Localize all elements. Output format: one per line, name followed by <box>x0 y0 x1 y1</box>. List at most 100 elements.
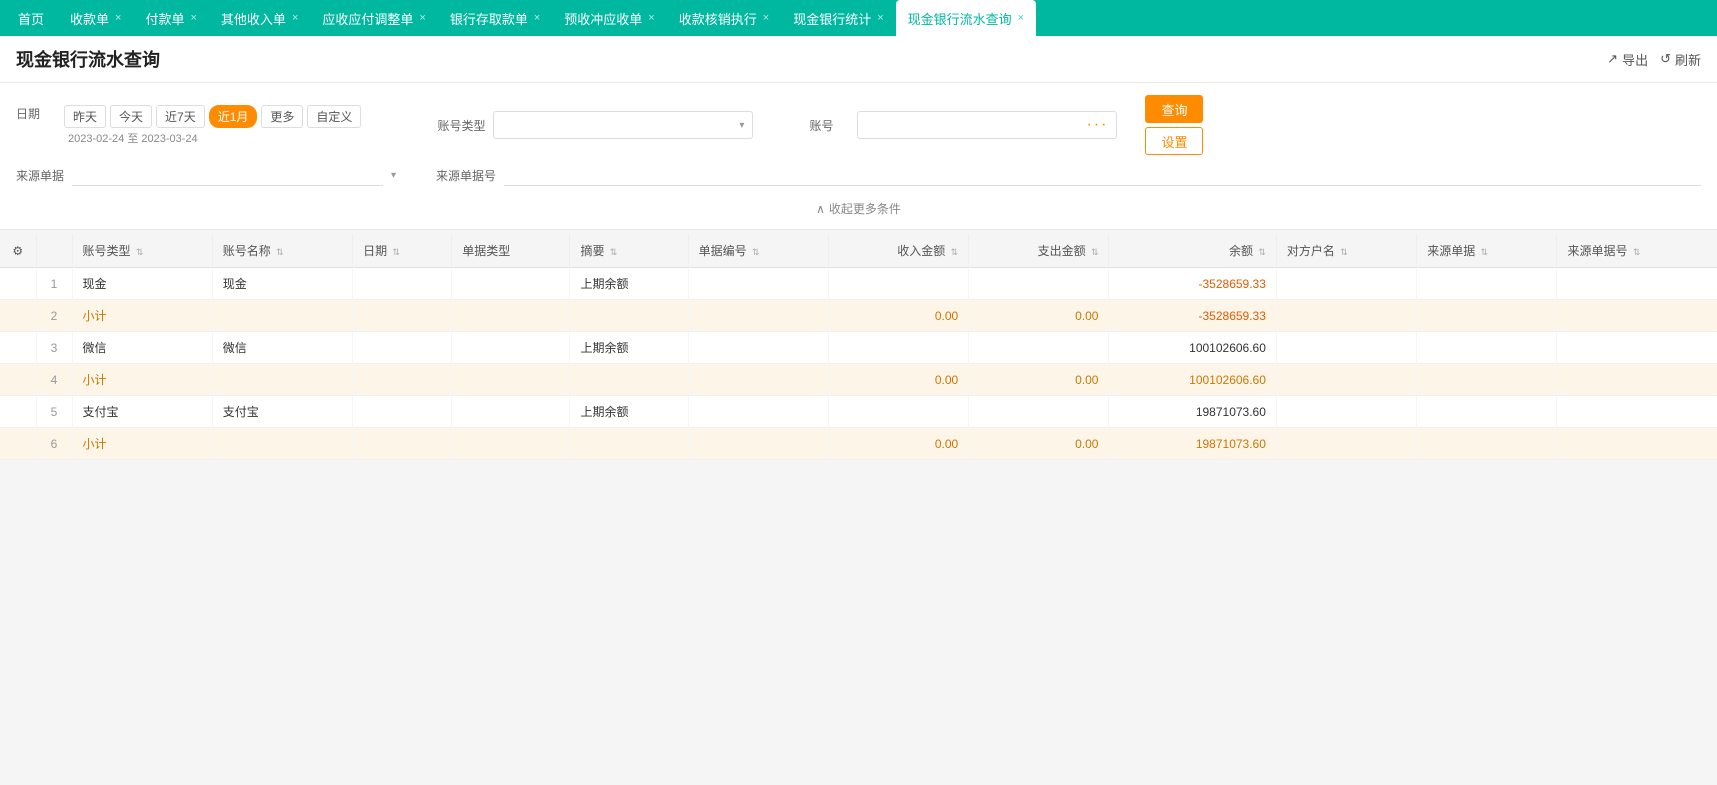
row-date <box>353 332 452 364</box>
row-account-name <box>212 428 352 460</box>
row-account-name <box>212 364 352 396</box>
row-expense <box>969 396 1109 428</box>
close-adjustment-icon[interactable]: × <box>419 12 425 24</box>
col-source-doc[interactable]: 来源单据 ⇅ <box>1417 234 1557 268</box>
row-counterpart <box>1276 332 1416 364</box>
row-date <box>353 428 452 460</box>
col-date[interactable]: 日期 ⇅ <box>353 234 452 268</box>
row-income: 0.00 <box>828 364 968 396</box>
date-btn-7days[interactable]: 近7天 <box>156 105 205 128</box>
source-doc-label: 来源单据 <box>16 167 64 184</box>
header-actions: ↗ 导出 ↺ 刷新 <box>1607 50 1701 69</box>
col-counterpart[interactable]: 对方户名 ⇅ <box>1276 234 1416 268</box>
col-account-type[interactable]: 账号类型 ⇅ <box>72 234 212 268</box>
row-source-doc <box>1417 396 1557 428</box>
nav-item-bank-deposit[interactable]: 银行存取款单 × <box>438 0 552 36</box>
row-expense: 0.00 <box>969 300 1109 332</box>
collapse-filter-row[interactable]: ∧ 收起更多条件 <box>16 196 1701 221</box>
settings-button[interactable]: 设置 <box>1145 127 1203 155</box>
nav-home[interactable]: 首页 <box>4 9 58 28</box>
date-buttons: 昨天 今天 近7天 近1月 更多 自定义 <box>64 105 361 128</box>
query-button[interactable]: 查询 <box>1145 95 1203 123</box>
col-balance[interactable]: 余额 ⇅ <box>1109 234 1276 268</box>
nav-item-advance[interactable]: 预收冲应收单 × <box>552 0 666 36</box>
table-row: 1 现金 现金 上期余额 -3528659.33 <box>0 268 1717 300</box>
row-counterpart <box>1276 268 1416 300</box>
row-num-cell: 5 <box>36 396 72 428</box>
nav-item-adjustment[interactable]: 应收应付调整单 × <box>310 0 437 36</box>
row-account-type: 小计 <box>72 364 212 396</box>
row-doc-type <box>452 364 570 396</box>
source-doc-num-label: 来源单据号 <box>436 167 496 184</box>
gear-icon[interactable]: ⚙ <box>12 244 23 258</box>
row-account-name <box>212 300 352 332</box>
date-filter-row: 日期 昨天 今天 近7天 近1月 更多 自定义 2023-02-24 至 202… <box>16 95 1701 155</box>
nav-item-receipt[interactable]: 收款单 × <box>58 0 133 36</box>
col-expense[interactable]: 支出金额 ⇅ <box>969 234 1109 268</box>
row-source-doc-no <box>1557 332 1717 364</box>
row-summary <box>570 364 688 396</box>
row-account-type: 支付宝 <box>72 396 212 428</box>
close-bank-stats-icon[interactable]: × <box>877 12 883 24</box>
row-source-doc-no <box>1557 268 1717 300</box>
account-input[interactable]: ··· <box>857 111 1117 139</box>
col-account-name[interactable]: 账号名称 ⇅ <box>212 234 352 268</box>
row-summary <box>570 428 688 460</box>
date-btn-yesterday[interactable]: 昨天 <box>64 105 106 128</box>
sort-source-doc-no-icon: ⇅ <box>1633 247 1641 257</box>
row-account-name: 现金 <box>212 268 352 300</box>
table-row: 5 支付宝 支付宝 上期余额 19871073.60 <box>0 396 1717 428</box>
col-gear: ⚙ <box>0 234 36 268</box>
nav-item-other-income[interactable]: 其他收入单 × <box>209 0 310 36</box>
collapse-icon: ∧ <box>816 202 825 216</box>
col-doc-no[interactable]: 单据编号 ⇅ <box>688 234 828 268</box>
close-bank-flow-icon[interactable]: × <box>1018 12 1024 24</box>
close-advance-icon[interactable]: × <box>648 12 654 24</box>
col-source-doc-no[interactable]: 来源单据号 ⇅ <box>1557 234 1717 268</box>
row-counterpart <box>1276 396 1416 428</box>
col-summary[interactable]: 摘要 ⇅ <box>570 234 688 268</box>
account-dots-icon[interactable]: ··· <box>1086 116 1108 134</box>
col-num <box>36 234 72 268</box>
export-button[interactable]: ↗ 导出 <box>1607 50 1648 69</box>
date-btn-custom[interactable]: 自定义 <box>307 105 361 128</box>
row-income <box>828 268 968 300</box>
row-num-cell: 6 <box>36 428 72 460</box>
row-doc-type <box>452 428 570 460</box>
row-account-type: 小计 <box>72 300 212 332</box>
sort-summary-icon: ⇅ <box>610 247 618 257</box>
row-num-cell: 3 <box>36 332 72 364</box>
sort-account-name-icon: ⇅ <box>276 247 284 257</box>
date-btn-more[interactable]: 更多 <box>261 105 303 128</box>
date-btn-today[interactable]: 今天 <box>110 105 152 128</box>
account-type-select[interactable]: ▾ <box>493 111 753 139</box>
row-gear-cell <box>0 268 36 300</box>
close-other-income-icon[interactable]: × <box>292 12 298 24</box>
date-btn-1month[interactable]: 近1月 <box>209 105 258 128</box>
col-income[interactable]: 收入金额 ⇅ <box>828 234 968 268</box>
row-expense: 0.00 <box>969 428 1109 460</box>
close-verification-icon[interactable]: × <box>763 12 769 24</box>
table-row: 2 小计 0.00 0.00 -3528659.33 <box>0 300 1717 332</box>
date-range-display: 2023-02-24 至 2023-03-24 <box>68 130 361 146</box>
close-payment-icon[interactable]: × <box>190 12 196 24</box>
nav-item-verification[interactable]: 收款核销执行 × <box>667 0 781 36</box>
date-label: 日期 <box>16 105 56 122</box>
close-receipt-icon[interactable]: × <box>115 12 121 24</box>
row-gear-cell <box>0 332 36 364</box>
row-counterpart <box>1276 364 1416 396</box>
nav-item-bank-flow[interactable]: 现金银行流水查询 × <box>896 0 1036 36</box>
row-num-cell: 1 <box>36 268 72 300</box>
source-doc-input[interactable] <box>72 165 383 186</box>
refresh-button[interactable]: ↺ 刷新 <box>1660 50 1701 69</box>
sort-counterpart-icon: ⇅ <box>1340 247 1348 257</box>
close-bank-deposit-icon[interactable]: × <box>534 12 540 24</box>
row-doc-no <box>688 364 828 396</box>
row-income: 0.00 <box>828 300 968 332</box>
row-source-doc <box>1417 364 1557 396</box>
nav-item-payment[interactable]: 付款单 × <box>133 0 208 36</box>
nav-item-bank-stats[interactable]: 现金银行统计 × <box>781 0 895 36</box>
source-doc-num-input[interactable] <box>504 165 1701 186</box>
data-table-container: ⚙ 账号类型 ⇅ 账号名称 ⇅ 日期 ⇅ 单据类型 <box>0 234 1717 460</box>
source-doc-arrow-icon[interactable]: ▾ <box>391 170 396 181</box>
